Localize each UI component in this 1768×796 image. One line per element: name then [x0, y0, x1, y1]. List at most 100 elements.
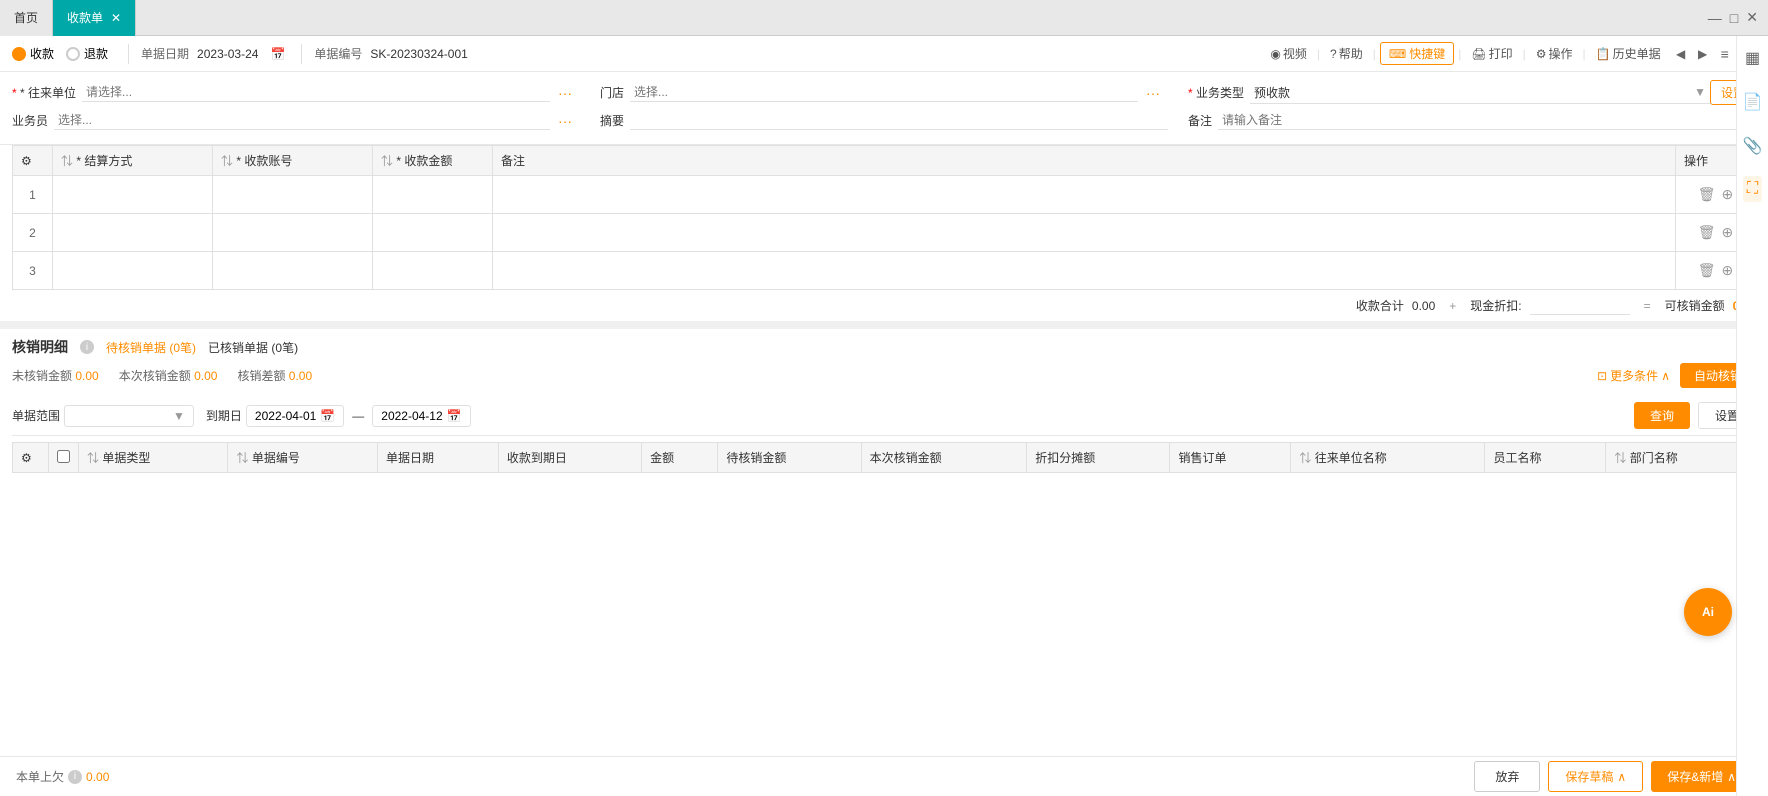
pending-tab[interactable]: 待核销单据 (0笔) [106, 339, 196, 356]
col-gear[interactable]: ⚙ [13, 146, 53, 176]
bot-col-doc-type: ⇅ 单据类型 [79, 443, 228, 473]
date-to-value: 2022-04-12 [381, 409, 442, 423]
counterpart-more-btn[interactable]: ··· [550, 85, 580, 101]
summary-row: 收款合计 0.00 + 现金折扣: = 可核销金额 0.00 [0, 290, 1768, 321]
sidebar-expand-icon[interactable]: ⛶ [1743, 176, 1762, 202]
window-close[interactable]: ✕ [1746, 9, 1758, 26]
remark-input[interactable] [1218, 111, 1756, 130]
row-3-settle[interactable] [53, 252, 213, 290]
salesperson-more-btn[interactable]: ··· [550, 113, 580, 129]
row-1-delete-btn[interactable]: 🗑 [1698, 186, 1716, 203]
remark-label: 备注 [1188, 112, 1218, 129]
row-num-1: 1 [13, 176, 53, 214]
sort-icon-settle: ⇅ [61, 154, 73, 168]
date-to-input[interactable]: 2022-04-12 📅 [372, 405, 470, 427]
date-from-input[interactable]: 2022-04-01 📅 [246, 405, 344, 427]
row-1-account[interactable] [213, 176, 373, 214]
row-2-delete-btn[interactable]: 🗑 [1698, 224, 1716, 241]
action-print[interactable]: 🖨 打印 [1465, 45, 1518, 62]
select-all-checkbox[interactable] [57, 450, 70, 463]
bot-col-gear[interactable]: ⚙ [13, 443, 49, 473]
shortcut-btn[interactable]: ⌨ 快捷键 [1380, 42, 1454, 65]
salesperson-label: 业务员 [12, 112, 54, 129]
date-range-sep: — [348, 409, 368, 423]
sidebar-doc-icon[interactable]: 📄 [1739, 88, 1767, 116]
help-label: 帮助 [1339, 45, 1363, 62]
current-verify-stat: 本次核销金额 0.00 [119, 367, 218, 384]
discount-input[interactable] [1530, 296, 1630, 315]
receipt-table: ⚙ ⇅ * 结算方式 ⇅ * 收款账号 ⇅ * 收款金额 [12, 145, 1756, 290]
history-icon: 📋 [1596, 47, 1611, 61]
print-icon: 🖨 [1471, 47, 1486, 61]
store-more-btn[interactable]: ··· [1138, 85, 1168, 101]
bottom-info-value: 0.00 [86, 770, 109, 784]
window-controls: — □ ✕ [1708, 9, 1768, 26]
counterpart-field: * * 往来单位 ··· [12, 83, 580, 102]
toolbar-right: ◉ 视频 | ? 帮助 | ⌨ 快捷键 | 🖨 打印 | ⚙ 操作 [1264, 42, 1756, 65]
store-input[interactable] [630, 83, 1138, 102]
window-maximize[interactable]: □ [1730, 10, 1738, 26]
salesperson-input[interactable] [54, 111, 550, 130]
range-label: 单据范围 [12, 407, 60, 424]
row-1-settle[interactable] [53, 176, 213, 214]
date-label: 单据日期 [141, 45, 189, 62]
done-tab[interactable]: 已核销单据 (0笔) [208, 339, 298, 356]
biz-type-value: 预收款 [1254, 84, 1694, 101]
ai-badge[interactable]: Ai [1684, 588, 1732, 636]
table-row: 1 🗑 ⊕ [13, 176, 1756, 214]
save-draft-btn[interactable]: 保存草稿 ∧ [1548, 761, 1643, 792]
date-calendar-icon[interactable]: 📅 [266, 45, 289, 63]
action-history[interactable]: 📋 历史单据 [1590, 45, 1667, 62]
required-star: * [12, 86, 17, 100]
row-2-remark[interactable] [493, 214, 1676, 252]
row-2-amount[interactable] [373, 214, 493, 252]
row-1-copy-btn[interactable]: ⊕ [1722, 186, 1734, 203]
biz-type-select[interactable]: 预收款 ▼ [1250, 82, 1710, 104]
window-minimize[interactable]: — [1708, 10, 1722, 26]
sidebar-attach-icon[interactable]: 📎 [1739, 132, 1767, 160]
action-operation[interactable]: ⚙ 操作 [1530, 45, 1579, 62]
nav-next[interactable]: ▶ [1693, 44, 1713, 64]
row-2-settle[interactable] [53, 214, 213, 252]
query-btn[interactable]: 查询 [1634, 402, 1690, 429]
row-3-remark[interactable] [493, 252, 1676, 290]
radio-refund[interactable]: 退款 [66, 45, 108, 62]
bottom-info-icon[interactable]: i [68, 770, 82, 784]
col-remark: 备注 [493, 146, 1676, 176]
bot-col-current: 本次核销金额 [861, 443, 1027, 473]
action-video[interactable]: ◉ 视频 [1264, 45, 1313, 62]
row-3-account[interactable] [213, 252, 373, 290]
more-conditions-btn[interactable]: ⊡ 更多条件 ∧ [1597, 367, 1670, 384]
range-select[interactable]: ▼ [64, 405, 194, 427]
action-help[interactable]: ? 帮助 [1324, 45, 1369, 62]
summary-input[interactable] [630, 111, 1168, 130]
radio-receipt-circle [12, 47, 26, 61]
bot-col-doc-no: ⇅ 单据编号 [228, 443, 377, 473]
bot-col-checkbox[interactable] [49, 443, 79, 473]
counterpart-label: * * 往来单位 [12, 84, 82, 101]
tab-home-label: 首页 [14, 9, 38, 26]
nav-prev[interactable]: ◀ [1671, 44, 1691, 64]
tab-home[interactable]: 首页 [0, 0, 53, 36]
row-1-remark[interactable] [493, 176, 1676, 214]
row-3-amount[interactable] [373, 252, 493, 290]
counterpart-input[interactable] [82, 83, 550, 102]
abandon-btn[interactable]: 放弃 [1474, 761, 1540, 792]
right-sidebar: ▦ 📄 📎 ⛶ [1736, 36, 1768, 796]
row-3-copy-btn[interactable]: ⊕ [1722, 262, 1734, 279]
sidebar-table-icon[interactable]: ▦ [1741, 44, 1764, 72]
biz-type-label: * 业务类型 [1188, 84, 1250, 101]
tab-receipt[interactable]: 收款单 ✕ [53, 0, 136, 36]
verify-info-icon[interactable]: i [80, 340, 94, 354]
view-list-btn[interactable]: ≡ [1717, 44, 1733, 64]
row-1-amount[interactable] [373, 176, 493, 214]
row-num-2: 2 [13, 214, 53, 252]
toolbar-divider-2 [301, 44, 302, 64]
table-row: 2 🗑 ⊕ [13, 214, 1756, 252]
radio-receipt[interactable]: 收款 [12, 45, 54, 62]
form-row-1: * * 往来单位 ··· 门店 ··· * 业务类型 预收款 ▼ [12, 80, 1756, 105]
row-2-copy-btn[interactable]: ⊕ [1722, 224, 1734, 241]
row-2-account[interactable] [213, 214, 373, 252]
tab-receipt-close[interactable]: ✕ [111, 11, 121, 25]
row-3-delete-btn[interactable]: 🗑 [1698, 262, 1716, 279]
